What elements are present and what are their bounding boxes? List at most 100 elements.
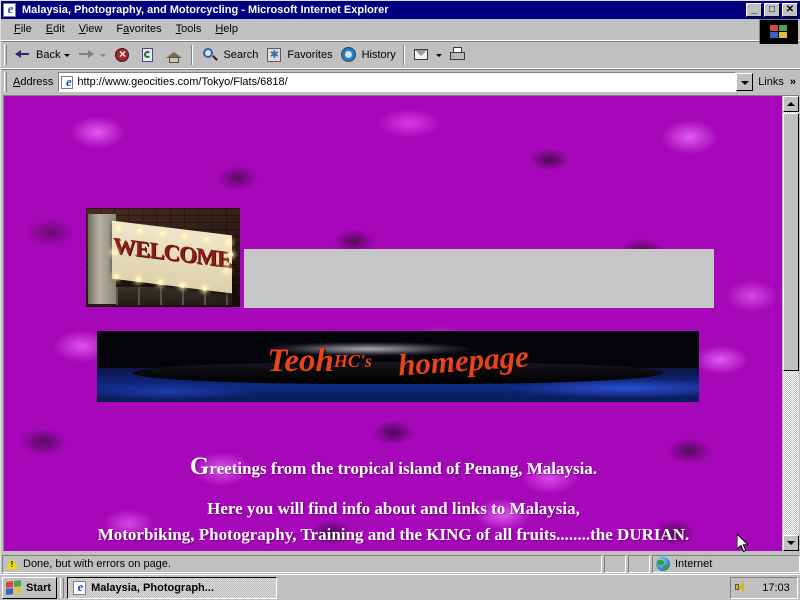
browser-window: Malaysia, Photography, and Motorcycling … xyxy=(0,0,800,574)
web-page: WELCOME TeohHC's homepage Greetings from… xyxy=(4,96,783,551)
banner-text-part2: HC's xyxy=(333,351,372,371)
welcome-sign-text: WELCOME xyxy=(112,232,232,273)
address-url-text[interactable]: http://www.geocities.com/Tokyo/Flats/681… xyxy=(77,76,735,88)
screen: Malaysia, Photography, and Motorcycling … xyxy=(0,0,800,600)
menu-item-file[interactable]: File xyxy=(7,21,39,37)
toolbar-separator-2 xyxy=(402,45,405,65)
address-dropdown-button[interactable] xyxy=(736,73,754,91)
window-icon xyxy=(3,1,19,17)
system-tray: 17:03 xyxy=(730,576,798,599)
forward-dropdown-icon[interactable] xyxy=(100,53,107,57)
menu-item-edit-label: dit xyxy=(53,23,65,35)
windows-flag-icon xyxy=(6,579,22,596)
back-arrow-icon xyxy=(13,45,33,65)
status-pane-2 xyxy=(604,554,626,573)
search-button[interactable]: Search xyxy=(197,44,261,66)
menu-item-edit[interactable]: Edit xyxy=(39,21,72,37)
menu-item-help[interactable]: Help xyxy=(208,21,245,37)
links-label: Links xyxy=(758,76,784,88)
vertical-scrollbar[interactable] xyxy=(782,96,799,551)
blank-banner-placeholder[interactable] xyxy=(244,249,714,308)
mail-icon xyxy=(412,45,432,65)
menu-item-view[interactable]: View xyxy=(72,21,110,37)
scroll-up-button[interactable] xyxy=(783,96,799,112)
menu-item-file-label: ile xyxy=(20,23,32,35)
refresh-button[interactable] xyxy=(135,44,161,66)
greeting-dropcap: G xyxy=(189,453,210,480)
start-button[interactable]: Start xyxy=(2,576,58,599)
menu-bar: File Edit View Favorites Tools Help xyxy=(1,19,800,44)
favorites-button[interactable]: Favorites xyxy=(261,44,335,66)
menu-item-favorites-label: vorites xyxy=(129,23,162,35)
address-input[interactable]: http://www.geocities.com/Tokyo/Flats/681… xyxy=(58,72,737,92)
intro-line-1: Here you will find info about and links … xyxy=(207,499,580,518)
links-button[interactable]: Links » xyxy=(754,76,800,88)
close-icon: ✕ xyxy=(785,4,795,15)
ie-document-icon xyxy=(73,579,87,595)
security-zone-label: Internet xyxy=(675,557,713,570)
warning-icon[interactable] xyxy=(6,557,19,570)
print-button[interactable] xyxy=(445,44,471,66)
stop-button[interactable] xyxy=(109,44,135,66)
toolbar-separator xyxy=(191,45,194,65)
browser-toolbar: Back Search Fa xyxy=(1,42,800,68)
globe-icon xyxy=(656,556,670,571)
menu-item-help-label: elp xyxy=(223,23,238,35)
back-button-label: Back xyxy=(36,49,61,61)
taskbar-item-browser[interactable]: Malaysia, Photograph... xyxy=(67,576,278,599)
menu-item-tools[interactable]: Tools xyxy=(169,21,209,37)
maximize-icon: □ xyxy=(768,4,776,15)
search-button-label: Search xyxy=(223,49,259,61)
greeting-heading: Greetings from the tropical island of Pe… xyxy=(4,453,783,481)
favorites-icon xyxy=(264,45,284,65)
minimize-icon: _ xyxy=(750,3,758,15)
history-button[interactable]: History xyxy=(336,44,399,66)
address-bar: Address http://www.geocities.com/Tokyo/F… xyxy=(1,70,800,94)
status-message: Done, but with errors on page. xyxy=(23,557,171,570)
menu-item-view-label: iew xyxy=(85,23,103,35)
print-icon xyxy=(448,45,468,65)
history-button-label: History xyxy=(361,49,396,61)
banner-text-part1: Teoh xyxy=(267,343,334,379)
refresh-icon xyxy=(138,45,158,65)
favorites-button-label: Favorites xyxy=(287,49,333,61)
tray-clock[interactable]: 17:03 xyxy=(759,582,793,594)
status-bar: Done, but with errors on page. Internet xyxy=(1,553,800,574)
stop-icon xyxy=(112,44,132,65)
home-icon xyxy=(164,45,184,65)
ie-brand-logo xyxy=(759,19,798,44)
close-button[interactable]: ✕ xyxy=(782,3,798,17)
banner-text-part3: homepage xyxy=(396,338,530,383)
title-bar: Malaysia, Photography, and Motorcycling … xyxy=(1,1,800,19)
minimize-button[interactable]: _ xyxy=(746,3,762,17)
mail-dropdown-icon[interactable] xyxy=(435,53,442,57)
speaker-icon[interactable] xyxy=(735,581,749,594)
page-viewport: WELCOME TeohHC's homepage Greetings from… xyxy=(3,95,799,551)
taskbar-item-label: Malaysia, Photograph... xyxy=(91,581,214,594)
home-button[interactable] xyxy=(161,44,187,66)
menu-item-tools-label: ools xyxy=(181,23,202,35)
intro-paragraph: Here you will find info about and links … xyxy=(4,496,783,548)
window-title: Malaysia, Photography, and Motorcycling … xyxy=(22,4,389,16)
taskbar-grip[interactable] xyxy=(60,577,65,598)
forward-arrow-icon xyxy=(76,45,96,65)
history-icon xyxy=(339,45,359,65)
welcome-sign-image: WELCOME xyxy=(86,208,240,307)
mail-button[interactable] xyxy=(409,44,445,66)
banner-text: TeohHC's homepage xyxy=(97,338,699,382)
security-zone-pane[interactable]: Internet xyxy=(652,554,800,573)
address-label: Address xyxy=(13,76,54,88)
greeting-text: reetings from the tropical island of Pen… xyxy=(209,459,598,478)
back-button[interactable]: Back xyxy=(10,44,73,66)
toolbar-grip[interactable] xyxy=(4,45,7,65)
scroll-down-button[interactable] xyxy=(783,535,799,551)
forward-button[interactable] xyxy=(73,44,109,66)
status-message-pane: Done, but with errors on page. xyxy=(2,554,602,573)
back-dropdown-icon[interactable] xyxy=(64,53,71,57)
start-button-label: Start xyxy=(26,581,52,594)
maximize-button[interactable]: □ xyxy=(764,3,780,17)
scrollbar-thumb[interactable] xyxy=(783,113,799,371)
address-grip[interactable] xyxy=(4,72,7,92)
menu-item-favorites[interactable]: Favorites xyxy=(109,21,168,37)
status-pane-3 xyxy=(628,554,650,573)
